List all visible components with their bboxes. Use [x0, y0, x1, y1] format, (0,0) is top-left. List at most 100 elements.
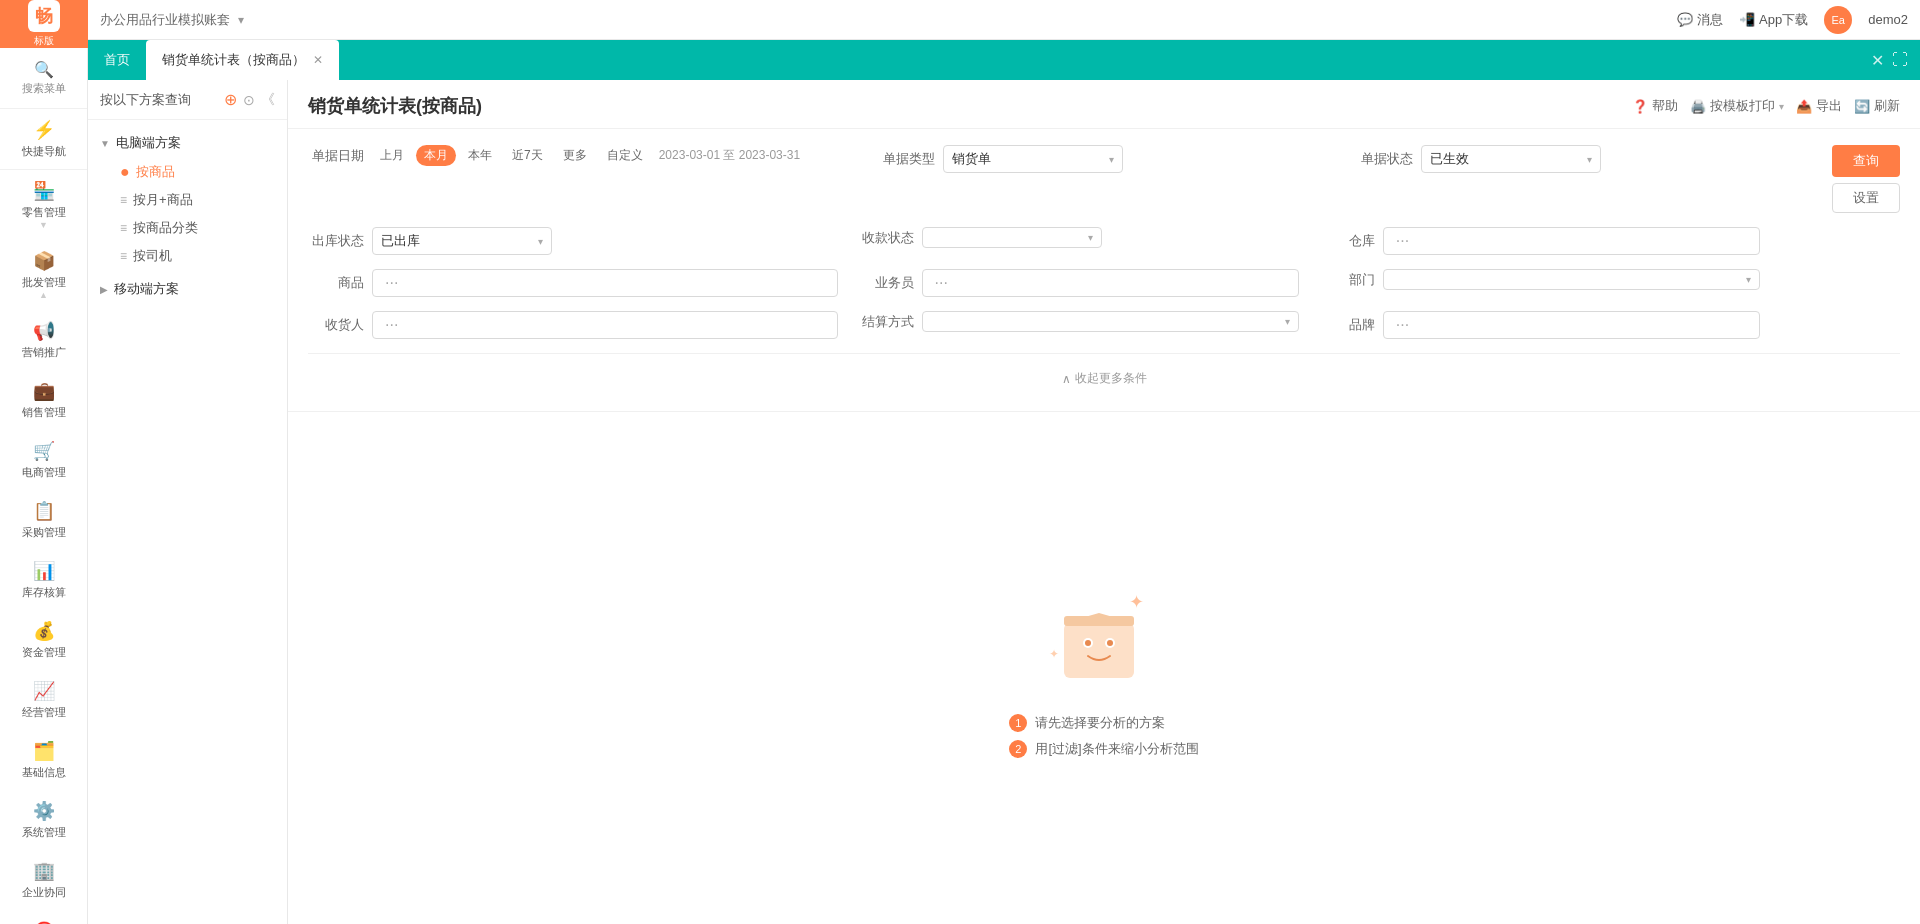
sidebar-item-system[interactable]: ⚙️ 系统管理: [0, 790, 87, 850]
tree-desktop-section[interactable]: ▼ 电脑端方案: [88, 128, 287, 158]
tree-mobile-section[interactable]: ▶ 移动端方案: [88, 274, 287, 304]
doc-type-select[interactable]: 销货单 ▾: [943, 145, 1123, 173]
sidebar-item-wholesale[interactable]: 📦 批发管理 ▲: [0, 240, 87, 310]
tab-sales-stats[interactable]: 销货单统计表（按商品） ✕: [146, 40, 339, 80]
settlement-arrow-icon: ▾: [1285, 316, 1290, 327]
goods-dots[interactable]: ···: [385, 274, 398, 292]
newbie-icon: 🎯: [33, 920, 55, 924]
finance-label: 资金管理: [22, 645, 66, 660]
brand-dots[interactable]: ···: [1396, 316, 1409, 334]
date-tab-more[interactable]: 更多: [555, 145, 595, 166]
tree-desktop-children: ● 按商品 ≡ 按月+商品 ≡ 按商品分类 ≡ 按司机: [88, 158, 287, 270]
settings-scheme-button[interactable]: ⊙: [243, 90, 255, 109]
industry-dropdown-icon[interactable]: ▾: [238, 13, 244, 27]
maximize-window-button[interactable]: ⛶: [1892, 51, 1908, 69]
app-logo[interactable]: 畅 标版: [0, 0, 88, 48]
salesman-input[interactable]: ···: [922, 269, 1299, 297]
sidebar-item-enterprise[interactable]: 🏢 企业协同: [0, 850, 87, 910]
refresh-button[interactable]: 🔄 刷新: [1854, 97, 1900, 115]
left-panel-title: 按以下方案查询: [100, 91, 191, 109]
tree-node-by-cashier[interactable]: ≡ 按司机: [116, 242, 287, 270]
retail-label: 零售管理: [22, 205, 66, 220]
date-tab-7days[interactable]: 近7天: [504, 145, 551, 166]
tab-home[interactable]: 首页: [88, 40, 146, 80]
refresh-icon: 🔄: [1854, 99, 1870, 114]
filter-settlement-item: 结算方式 ▾: [858, 311, 1299, 332]
sidebar-item-ecommerce[interactable]: 🛒 电商管理: [0, 430, 87, 490]
svg-point-4: [1085, 640, 1091, 646]
inventory-icon: 📊: [33, 560, 55, 582]
collapse-panel-button[interactable]: 《: [261, 90, 275, 109]
inventory-label: 库存核算: [22, 585, 66, 600]
date-tab-last-month[interactable]: 上月: [372, 145, 412, 166]
sales-stats-tab-label: 销货单统计表（按商品）: [162, 51, 305, 69]
collapse-more-button[interactable]: ∧ 收起更多条件: [308, 362, 1900, 395]
user-avatar[interactable]: Ea: [1824, 6, 1852, 34]
brand-input[interactable]: ···: [1383, 311, 1760, 339]
export-icon: 📤: [1796, 99, 1812, 114]
empty-state: ✦ ✦ 1 请先选择要分析的方案 2 用[过滤]条件来缩小分析范围: [288, 412, 1920, 924]
doc-status-select[interactable]: 已生效 ▾: [1421, 145, 1601, 173]
collapse-up-icon: ∧: [1062, 372, 1071, 386]
search-menu-button[interactable]: 🔍 搜索菜单: [6, 54, 81, 102]
print-button[interactable]: 🖨️ 按模板打印 ▾: [1690, 97, 1784, 115]
add-scheme-button[interactable]: ⊕: [224, 90, 237, 109]
quick-nav-button[interactable]: ⚡ 快捷导航: [6, 113, 81, 165]
print-label: 按模板打印: [1710, 97, 1775, 115]
tree-node-by-category[interactable]: ≡ 按商品分类: [116, 214, 287, 242]
page-header: 销货单统计表(按商品) ❓ 帮助 🖨️ 按模板打印 ▾ 📤 导出: [288, 80, 1920, 129]
receiver-dots[interactable]: ···: [385, 316, 398, 334]
query-button[interactable]: 查询: [1832, 145, 1900, 177]
filter-row-3: 商品 ··· 业务员 ··· 部门: [308, 269, 1900, 297]
operations-label: 经营管理: [22, 705, 66, 720]
stock-out-select[interactable]: 已出库 ▾: [372, 227, 552, 255]
doc-type-arrow-icon: ▾: [1109, 154, 1114, 165]
payment-status-arrow-icon: ▾: [1088, 232, 1093, 243]
date-tab-this-month[interactable]: 本月: [416, 145, 456, 166]
export-button[interactable]: 📤 导出: [1796, 97, 1842, 115]
purchase-icon: 📋: [33, 500, 55, 522]
payment-status-select[interactable]: ▾: [922, 227, 1102, 248]
tab-close-icon[interactable]: ✕: [313, 53, 323, 67]
warehouse-dots[interactable]: ···: [1396, 232, 1409, 250]
basic-label: 基础信息: [22, 765, 66, 780]
sidebar-item-retail[interactable]: 🏪 零售管理 ▼: [0, 170, 87, 240]
tree-node-by-month-goods[interactable]: ≡ 按月+商品: [116, 186, 287, 214]
export-label: 导出: [1816, 97, 1842, 115]
help-button[interactable]: ❓ 帮助: [1632, 97, 1678, 115]
sidebar-item-operations[interactable]: 📈 经营管理: [0, 670, 87, 730]
sidebar-item-newbie[interactable]: 🎯 新手引导: [0, 910, 87, 924]
message-icon: 💬: [1677, 12, 1693, 27]
sidebar-item-basic[interactable]: 🗂️ 基础信息: [0, 730, 87, 790]
date-tab-custom[interactable]: 自定义: [599, 145, 651, 166]
by-goods-icon: ●: [120, 163, 130, 181]
goods-label: 商品: [308, 274, 364, 292]
warehouse-input[interactable]: ···: [1383, 227, 1760, 255]
empty-hint-1: 1 请先选择要分析的方案: [1009, 714, 1198, 732]
ecommerce-icon: 🛒: [33, 440, 55, 462]
set-button[interactable]: 设置: [1832, 183, 1900, 213]
settlement-select[interactable]: ▾: [922, 311, 1299, 332]
salesman-dots[interactable]: ···: [935, 274, 948, 292]
goods-input[interactable]: ···: [372, 269, 838, 297]
date-tab-this-year[interactable]: 本年: [460, 145, 500, 166]
message-button[interactable]: 💬 消息: [1677, 11, 1723, 29]
department-select[interactable]: ▾: [1383, 269, 1760, 290]
receiver-input[interactable]: ···: [372, 311, 838, 339]
date-tabs: 上月 本月 本年 近7天 更多 自定义: [372, 145, 651, 166]
tree-desktop-expand-icon: ▼: [100, 138, 110, 149]
sidebar-item-purchase[interactable]: 📋 采购管理: [0, 490, 87, 550]
sidebar-item-finance[interactable]: 💰 资金管理: [0, 610, 87, 670]
app-download-button[interactable]: 📲 App下载: [1739, 11, 1808, 29]
close-window-button[interactable]: ✕: [1871, 51, 1884, 70]
sidebar-item-marketing[interactable]: 📢 营销推广: [0, 310, 87, 370]
tree-node-by-goods[interactable]: ● 按商品: [116, 158, 287, 186]
page-header-actions: ❓ 帮助 🖨️ 按模板打印 ▾ 📤 导出 🔄 刷新: [1632, 97, 1900, 115]
tabbar-actions: ✕ ⛶: [1871, 51, 1920, 70]
date-label: 单据日期: [308, 147, 364, 165]
tree-desktop-label: 电脑端方案: [116, 134, 181, 152]
basic-icon: 🗂️: [33, 740, 55, 762]
sidebar-item-sales[interactable]: 💼 销售管理: [0, 370, 87, 430]
marketing-label: 营销推广: [22, 345, 66, 360]
sidebar-item-inventory[interactable]: 📊 库存核算: [0, 550, 87, 610]
